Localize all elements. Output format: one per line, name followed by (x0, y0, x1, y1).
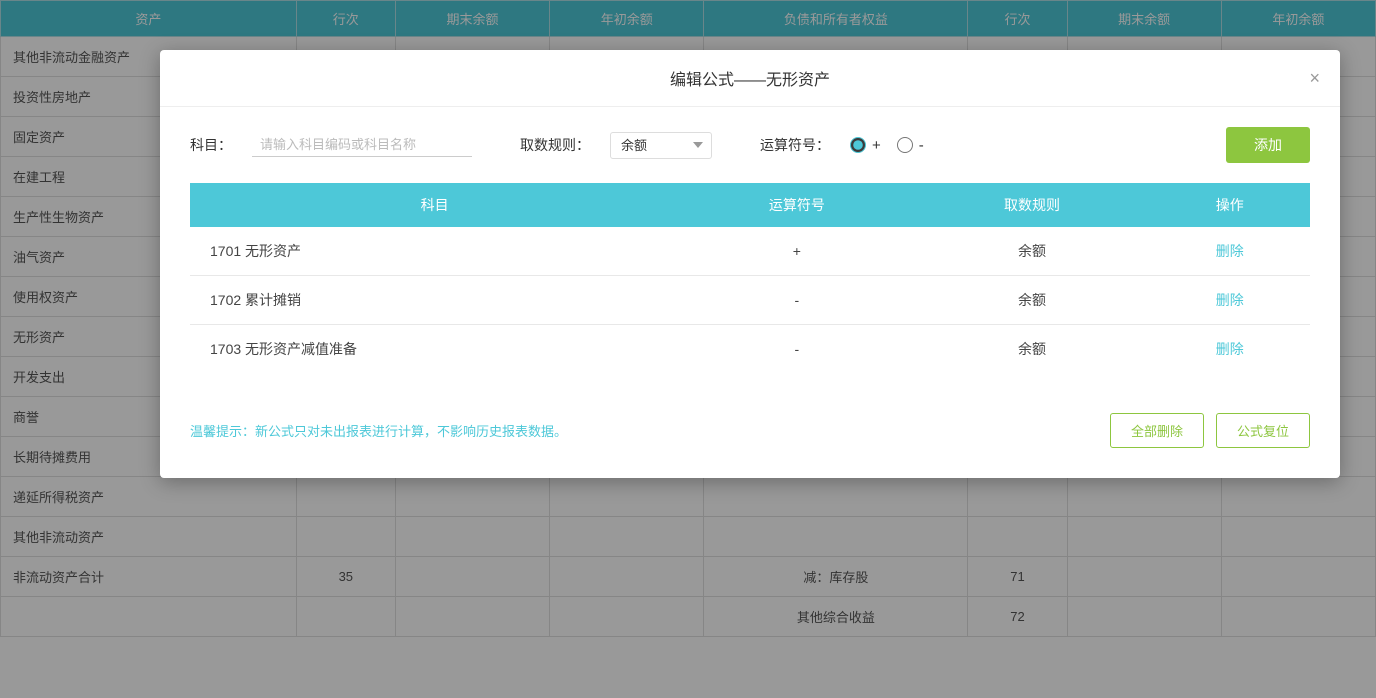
formula-operator-1: - (679, 276, 914, 325)
col-header-rule: 取数规则 (914, 183, 1149, 227)
operator-minus-label: - (919, 137, 924, 154)
formula-subject-0: 1701 无形资产 (190, 227, 679, 276)
modal-close-button[interactable]: × (1309, 69, 1320, 87)
col-header-action: 操作 (1150, 183, 1310, 227)
col-header-subject: 科目 (190, 183, 679, 227)
subject-input[interactable] (252, 133, 472, 157)
formula-form: 科目： 取数规则： 余额 借方发生额 贷方发生额 期初余额 运算符号： + - … (160, 107, 1340, 183)
formula-operator-0: + (679, 227, 914, 276)
delete-all-button[interactable]: 全部删除 (1110, 413, 1204, 448)
formula-row-1: 1702 累计摊销 - 余额 删除 (190, 276, 1310, 325)
footer-buttons: 全部删除 公式复位 (1110, 413, 1310, 448)
formula-table-header-row: 科目 运算符号 取数规则 操作 (190, 183, 1310, 227)
edit-formula-modal: 编辑公式——无形资产 × 科目： 取数规则： 余额 借方发生额 贷方发生额 期初… (160, 50, 1340, 478)
formula-operator-2: - (679, 325, 914, 374)
operator-radio-group: + - (850, 137, 924, 154)
formula-subject-2: 1703 无形资产减值准备 (190, 325, 679, 374)
rule-select[interactable]: 余额 借方发生额 贷方发生额 期初余额 (610, 132, 712, 159)
delete-link-1[interactable]: 删除 (1216, 292, 1244, 308)
modal-footer: 温馨提示：新公式只对未出报表进行计算，不影响历史报表数据。 全部删除 公式复位 (160, 393, 1340, 448)
formula-row-0: 1701 无形资产 + 余额 删除 (190, 227, 1310, 276)
formula-row-2: 1703 无形资产减值准备 - 余额 删除 (190, 325, 1310, 374)
delete-link-0[interactable]: 删除 (1216, 243, 1244, 259)
delete-link-2[interactable]: 删除 (1216, 341, 1244, 357)
operator-minus-input[interactable] (897, 137, 913, 153)
operator-label: 运算符号： (760, 135, 830, 155)
formula-rule-2: 余额 (914, 325, 1149, 374)
footer-hint: 温馨提示：新公式只对未出报表进行计算，不影响历史报表数据。 (190, 421, 567, 440)
modal-title: 编辑公式——无形资产 (670, 66, 830, 90)
operator-minus-radio[interactable]: - (897, 137, 924, 154)
formula-action-2[interactable]: 删除 (1150, 325, 1310, 374)
formula-rule-1: 余额 (914, 276, 1149, 325)
formula-rule-0: 余额 (914, 227, 1149, 276)
formula-subject-1: 1702 累计摊销 (190, 276, 679, 325)
operator-plus-input[interactable] (850, 137, 866, 153)
col-header-operator: 运算符号 (679, 183, 914, 227)
rule-label: 取数规则： (520, 135, 590, 155)
operator-plus-label: + (872, 137, 881, 154)
formula-action-1[interactable]: 删除 (1150, 276, 1310, 325)
modal-header: 编辑公式——无形资产 × (160, 50, 1340, 107)
formula-action-0[interactable]: 删除 (1150, 227, 1310, 276)
operator-plus-radio[interactable]: + (850, 137, 881, 154)
add-button[interactable]: 添加 (1226, 127, 1310, 163)
formula-table: 科目 运算符号 取数规则 操作 1701 无形资产 + 余额 删除 1702 累… (190, 183, 1310, 373)
formula-table-wrapper: 科目 运算符号 取数规则 操作 1701 无形资产 + 余额 删除 1702 累… (190, 183, 1310, 373)
reset-formula-button[interactable]: 公式复位 (1216, 413, 1310, 448)
subject-label: 科目： (190, 135, 232, 155)
